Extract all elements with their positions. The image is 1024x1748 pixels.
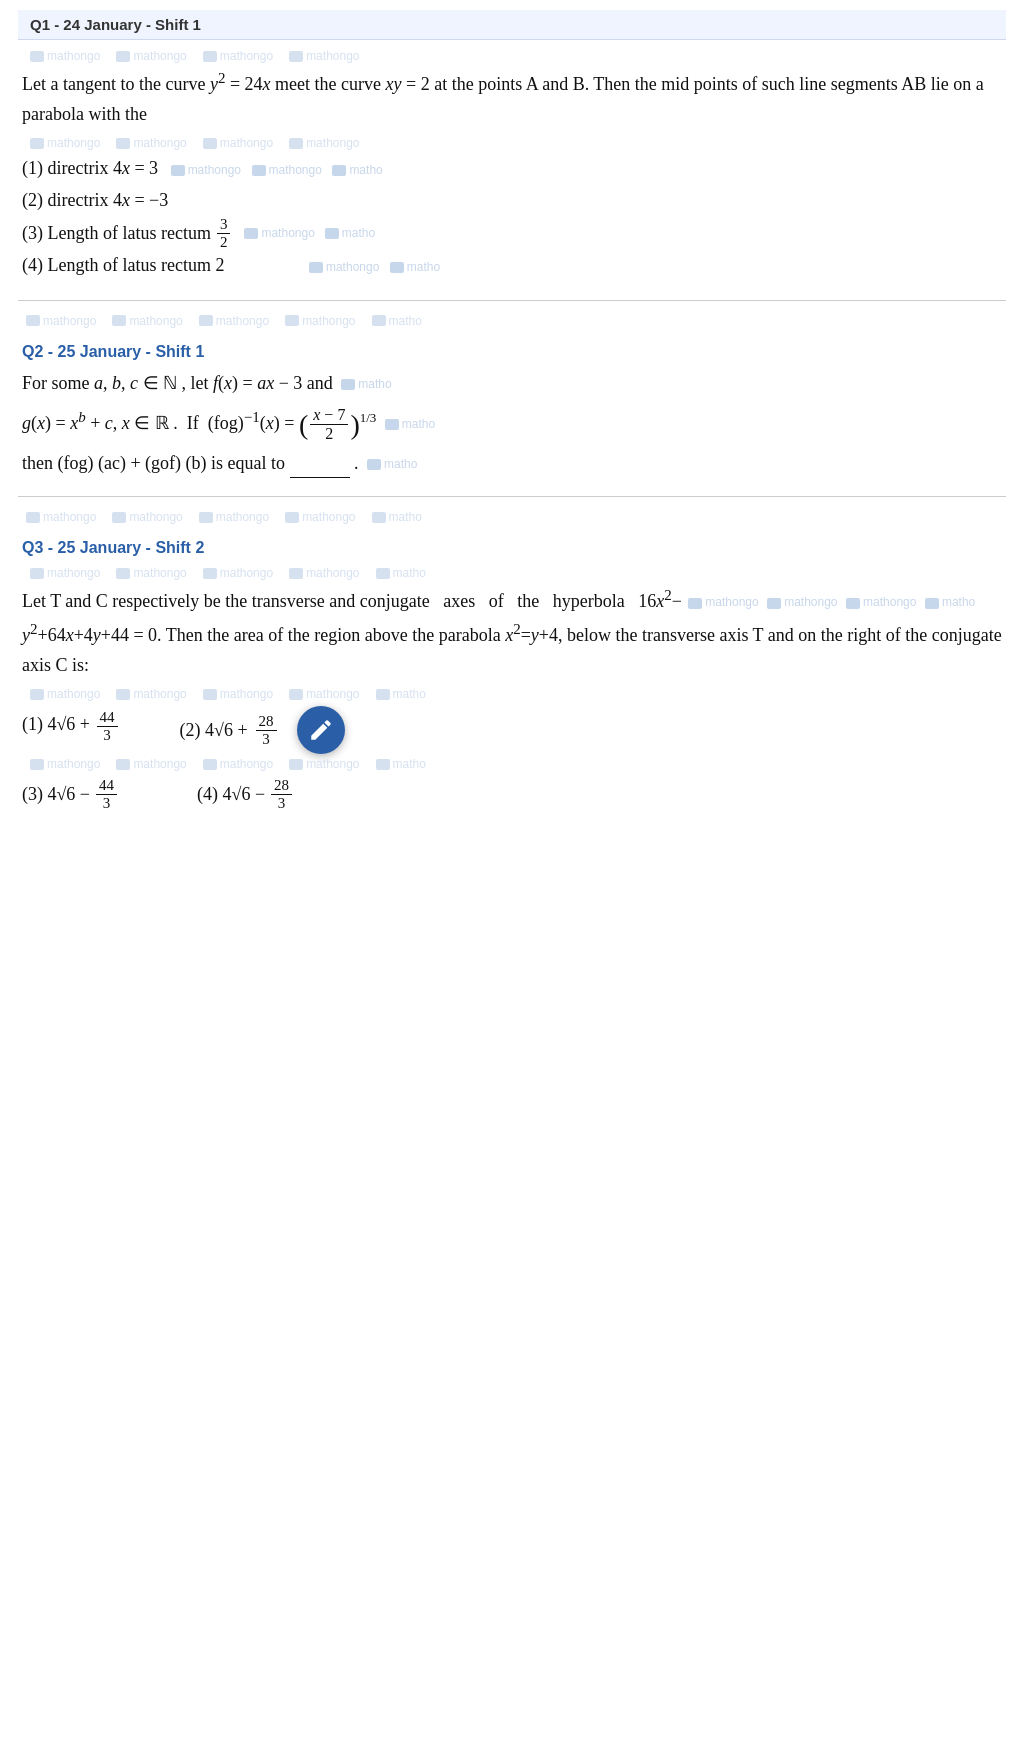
q2-text-2: g(x) = xb + c, x ∈ ℝ . If (fog)−1(x) = (… bbox=[22, 405, 1002, 443]
q2-label: Q2 - 25 January - Shift 1 bbox=[22, 343, 1002, 361]
page-header: Q1 - 24 January - Shift 1 bbox=[18, 10, 1006, 40]
q1-option-1: (1) directrix 4x = 3 mathongo mathongo m… bbox=[22, 153, 1002, 185]
q3-option-3: (3) 4√6 − 44 3 bbox=[22, 776, 119, 812]
answer-icon bbox=[308, 717, 334, 743]
q1-options: (1) directrix 4x = 3 mathongo mathongo m… bbox=[22, 153, 1002, 282]
watermark-row-5: mathongo mathongo mathongo mathongo math… bbox=[22, 565, 1002, 581]
answer-button-inline[interactable] bbox=[297, 706, 345, 754]
watermark-row-3: mathongo mathongo mathongo mathongo math… bbox=[18, 313, 1006, 329]
q3-option-2: (2) 4√6 + 28 3 bbox=[180, 706, 345, 754]
q3-option-1: (1) 4√6 + 44 3 bbox=[22, 706, 120, 743]
q3-options-grid: (1) 4√6 + 44 3 (2) 4√6 + 28 3 bbox=[22, 706, 1002, 754]
q1-option-4: (4) Length of latus rectum 2 mathongo ma… bbox=[22, 250, 1002, 282]
q2-text-1: For some a, b, c ∈ ℕ , let f(x) = ax − 3… bbox=[22, 369, 1002, 399]
q1-option-3-text: (3) Length of latus rectum bbox=[22, 218, 211, 250]
q2-text-3: then (fog) (ac) + (gof) (b) is equal to … bbox=[22, 449, 1002, 479]
q1-fraction: 3 2 bbox=[217, 216, 231, 250]
q3-option-4: (4) 4√6 − 28 3 bbox=[179, 776, 294, 812]
page-container: Q1 - 24 January - Shift 1 mathongo matho… bbox=[0, 0, 1024, 1748]
watermark-row-2: mathongo mathongo mathongo mathongo bbox=[22, 135, 1002, 151]
watermark-row-6: mathongo mathongo mathongo mathongo math… bbox=[22, 686, 1002, 702]
watermark-row-4: mathongo mathongo mathongo mathongo math… bbox=[18, 509, 1006, 525]
question-3-section: Q3 - 25 January - Shift 2 mathongo matho… bbox=[18, 539, 1006, 812]
question-2-section: Q2 - 25 January - Shift 1 For some a, b,… bbox=[18, 343, 1006, 478]
q3-label: Q3 - 25 January - Shift 2 bbox=[22, 539, 1002, 557]
divider-1 bbox=[18, 300, 1006, 301]
q1-text: Let a tangent to the curve y2 = 24x meet… bbox=[22, 66, 1002, 129]
watermark-row-1: mathongo mathongo mathongo mathongo bbox=[22, 48, 1002, 64]
q1-option-2: (2) directrix 4x = −3 bbox=[22, 185, 1002, 217]
q3-options-grid-2: (3) 4√6 − 44 3 (4) 4√6 − 28 3 bbox=[22, 776, 1002, 812]
question-1-section: mathongo mathongo mathongo mathongo Let … bbox=[18, 48, 1006, 282]
watermark-row-7: mathongo mathongo mathongo mathongo math… bbox=[22, 756, 1002, 772]
header-title: Q1 - 24 January - Shift 1 bbox=[30, 16, 201, 33]
q3-text: Let T and C respectively be the transver… bbox=[22, 583, 1002, 680]
q1-option-3: (3) Length of latus rectum 3 2 mathongo … bbox=[22, 216, 1002, 250]
divider-2 bbox=[18, 496, 1006, 497]
